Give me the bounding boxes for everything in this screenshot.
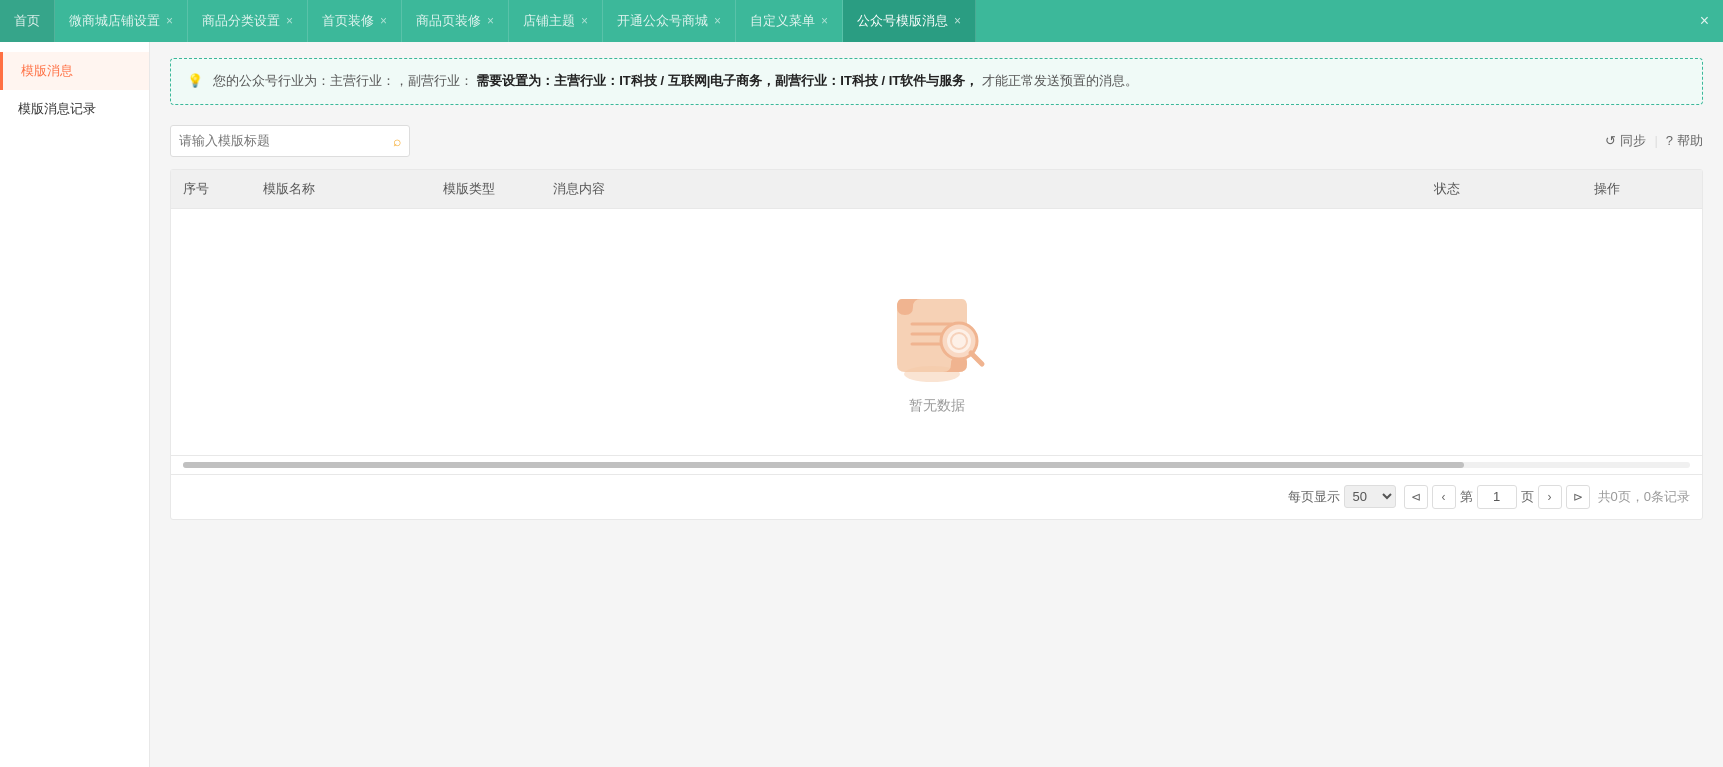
notice-highlight: 需要设置为：主营行业：IT科技 / 互联网|电子商务，副营行业：IT科技 / I… bbox=[476, 73, 978, 88]
notice-suffix: 才能正常发送预置的消息。 bbox=[982, 73, 1138, 88]
nav-tab-0[interactable]: 首页 bbox=[0, 0, 55, 42]
page-label: 页 bbox=[1521, 488, 1534, 506]
svg-line-6 bbox=[971, 353, 982, 364]
close-tab-icon[interactable]: × bbox=[487, 14, 494, 28]
top-navigation: 首页微商城店铺设置×商品分类设置×首页装修×商品页装修×店铺主题×开通公众号商城… bbox=[0, 0, 1723, 42]
scroll-track bbox=[183, 462, 1690, 468]
close-tab-icon[interactable]: × bbox=[714, 14, 721, 28]
close-tab-icon[interactable]: × bbox=[821, 14, 828, 28]
close-tab-icon[interactable]: × bbox=[166, 14, 173, 28]
toolbar-right: ↺ 同步 | ? 帮助 bbox=[1605, 132, 1703, 150]
search-input-wrap: ⌕ bbox=[170, 125, 410, 157]
empty-text: 暂无数据 bbox=[909, 397, 965, 415]
sidebar: 模版消息模版消息记录 bbox=[0, 42, 150, 767]
page-number-input[interactable] bbox=[1477, 485, 1517, 509]
content-area: 💡 您的公众号行业为：主营行业：，副营行业： 需要设置为：主营行业：IT科技 /… bbox=[150, 42, 1723, 767]
data-table: 序号 模版名称 模版类型 消息内容 状态 操作 bbox=[170, 169, 1703, 520]
nav-tab-7[interactable]: 自定义菜单× bbox=[736, 0, 843, 42]
page-size-label: 每页显示 bbox=[1288, 488, 1340, 506]
close-tab-icon[interactable]: × bbox=[286, 14, 293, 28]
sidebar-item-0[interactable]: 模版消息 bbox=[0, 52, 149, 90]
last-page-button[interactable]: ⊳ bbox=[1566, 485, 1590, 509]
col-header-status: 状态 bbox=[1422, 170, 1582, 208]
sync-button[interactable]: ↺ 同步 bbox=[1605, 132, 1646, 150]
col-header-type: 模版类型 bbox=[431, 170, 541, 208]
col-header-name: 模版名称 bbox=[251, 170, 431, 208]
nav-tab-3[interactable]: 首页装修× bbox=[308, 0, 402, 42]
close-tab-icon[interactable]: × bbox=[380, 14, 387, 28]
pagination: 每页显示 20 50 100 ⊲ ‹ 第 页 › ⊳ 共0页，0条记录 bbox=[171, 474, 1702, 519]
close-tab-icon[interactable]: × bbox=[954, 14, 961, 28]
empty-illustration bbox=[877, 269, 997, 389]
prev-page-button[interactable]: ‹ bbox=[1432, 485, 1456, 509]
search-input[interactable] bbox=[179, 133, 393, 148]
nav-tab-6[interactable]: 开通公众号商城× bbox=[603, 0, 736, 42]
first-page-button[interactable]: ⊲ bbox=[1404, 485, 1428, 509]
help-button[interactable]: ? 帮助 bbox=[1666, 132, 1703, 150]
search-icon[interactable]: ⌕ bbox=[393, 133, 401, 149]
help-label: 帮助 bbox=[1677, 132, 1703, 150]
help-icon: ? bbox=[1666, 133, 1673, 148]
search-bar: ⌕ ↺ 同步 | ? 帮助 bbox=[170, 125, 1703, 157]
col-header-index: 序号 bbox=[171, 170, 251, 208]
pagination-summary: 共0页，0条记录 bbox=[1598, 488, 1690, 506]
page-navigation: ⊲ ‹ 第 页 › ⊳ bbox=[1404, 485, 1590, 509]
table-header: 序号 模版名称 模版类型 消息内容 状态 操作 bbox=[171, 170, 1702, 209]
sync-icon: ↺ bbox=[1605, 133, 1616, 148]
sidebar-item-1[interactable]: 模版消息记录 bbox=[0, 90, 149, 128]
notice-box: 💡 您的公众号行业为：主营行业：，副营行业： 需要设置为：主营行业：IT科技 /… bbox=[170, 58, 1703, 105]
main-layout: 模版消息模版消息记录 💡 您的公众号行业为：主营行业：，副营行业： 需要设置为：… bbox=[0, 42, 1723, 767]
toolbar-divider: | bbox=[1654, 133, 1657, 148]
nav-tab-8[interactable]: 公众号模版消息× bbox=[843, 0, 976, 42]
col-header-action: 操作 bbox=[1582, 170, 1702, 208]
page-size-select[interactable]: 20 50 100 bbox=[1344, 485, 1396, 508]
page-of-label: 第 bbox=[1460, 488, 1473, 506]
col-header-content: 消息内容 bbox=[541, 170, 1422, 208]
scroll-thumb[interactable] bbox=[183, 462, 1464, 468]
next-page-button[interactable]: › bbox=[1538, 485, 1562, 509]
page-size-selector: 每页显示 20 50 100 bbox=[1288, 485, 1396, 508]
horizontal-scrollbar[interactable] bbox=[171, 455, 1702, 474]
sync-label: 同步 bbox=[1620, 132, 1646, 150]
nav-tab-5[interactable]: 店铺主题× bbox=[509, 0, 603, 42]
nav-tab-1[interactable]: 微商城店铺设置× bbox=[55, 0, 188, 42]
close-all-tabs-button[interactable]: × bbox=[1686, 0, 1723, 42]
notice-prefix: 您的公众号行业为：主营行业：，副营行业： bbox=[213, 73, 473, 88]
nav-tab-2[interactable]: 商品分类设置× bbox=[188, 0, 308, 42]
nav-tab-4[interactable]: 商品页装修× bbox=[402, 0, 509, 42]
empty-state: 暂无数据 bbox=[171, 209, 1702, 455]
notice-icon: 💡 bbox=[187, 73, 203, 88]
close-tab-icon[interactable]: × bbox=[581, 14, 588, 28]
